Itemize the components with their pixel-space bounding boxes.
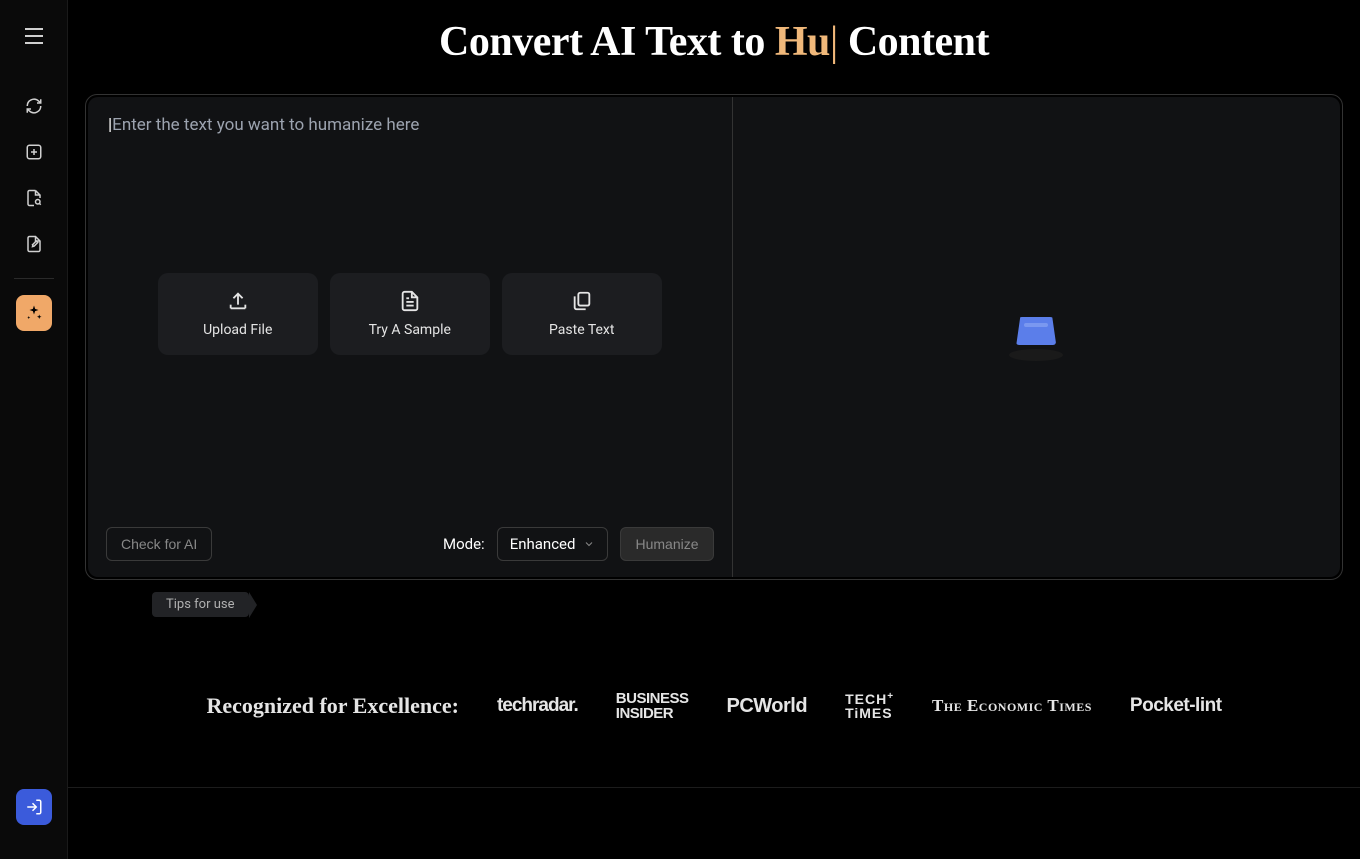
main-content: Convert AI Text to Hu| Content |Enter th…: [68, 0, 1360, 859]
sidebar-item-doc-edit[interactable]: [16, 226, 52, 262]
try-sample-label: Try A Sample: [369, 322, 451, 338]
title-animated: Hu: [775, 19, 830, 65]
sidebar: [0, 0, 68, 859]
recognition-label: Recognized for Excellence:: [206, 693, 459, 719]
sidebar-item-sparkle[interactable]: [16, 295, 52, 331]
page-title: Convert AI Text to Hu| Content: [439, 18, 989, 66]
footer-divider: [68, 787, 1360, 788]
brand-techtimes: TECH+ TiMES: [845, 692, 894, 720]
input-action-cards: Upload File Try A Sample Paste Text: [158, 273, 662, 355]
plus-square-icon: [25, 143, 43, 161]
recognition-row: Recognized for Excellence: techradar. BU…: [68, 691, 1360, 721]
brand-economic-times: The Economic Times: [932, 696, 1092, 716]
sparkle-icon: [25, 304, 43, 322]
input-controls: Check for AI Mode: Enhanced Humanize: [106, 517, 714, 561]
try-sample-card[interactable]: Try A Sample: [330, 273, 490, 355]
input-placeholder: |Enter the text you want to humanize her…: [108, 115, 419, 135]
brand-business-insider: BUSINESS INSIDER: [616, 691, 689, 721]
title-cursor: |: [830, 19, 838, 65]
document-icon: [399, 290, 421, 312]
paste-icon: [571, 290, 593, 312]
login-button[interactable]: [16, 789, 52, 825]
brand-techradar: techradar.: [497, 695, 578, 717]
mode-value: Enhanced: [510, 535, 576, 553]
brand-pcworld: PCWorld: [726, 695, 807, 718]
menu-button[interactable]: [16, 18, 52, 54]
brand-pocketlint: Pocket-lint: [1130, 695, 1222, 717]
upload-icon: [227, 290, 249, 312]
mode-select[interactable]: Enhanced: [497, 527, 609, 561]
sidebar-item-doc-search[interactable]: [16, 180, 52, 216]
doc-search-icon: [25, 189, 43, 207]
check-ai-button[interactable]: Check for AI: [106, 527, 212, 561]
title-suffix: Content: [838, 19, 989, 65]
sidebar-bottom: [16, 789, 52, 835]
output-panel: [733, 97, 1341, 577]
upload-file-card[interactable]: Upload File: [158, 273, 318, 355]
upload-file-label: Upload File: [203, 322, 272, 338]
title-prefix: Convert AI Text to: [439, 19, 775, 65]
humanize-button[interactable]: Humanize: [620, 527, 713, 561]
input-panel: |Enter the text you want to humanize her…: [88, 97, 733, 577]
workspace-panel: |Enter the text you want to humanize her…: [85, 94, 1343, 580]
sidebar-item-rotate[interactable]: [16, 88, 52, 124]
paste-text-label: Paste Text: [549, 322, 614, 338]
rotate-icon: [25, 97, 43, 115]
sidebar-separator: [14, 278, 54, 279]
login-icon: [25, 798, 43, 816]
chevron-down-icon: [583, 538, 595, 550]
empty-state-icon: [1006, 317, 1066, 357]
doc-edit-icon: [25, 235, 43, 253]
sidebar-item-plus[interactable]: [16, 134, 52, 170]
tips-tag[interactable]: Tips for use: [152, 592, 249, 617]
tips-label: Tips for use: [166, 597, 235, 612]
text-input[interactable]: |Enter the text you want to humanize her…: [106, 113, 714, 517]
paste-text-card[interactable]: Paste Text: [502, 273, 662, 355]
mode-label: Mode:: [443, 535, 485, 553]
hamburger-icon: [24, 28, 44, 44]
